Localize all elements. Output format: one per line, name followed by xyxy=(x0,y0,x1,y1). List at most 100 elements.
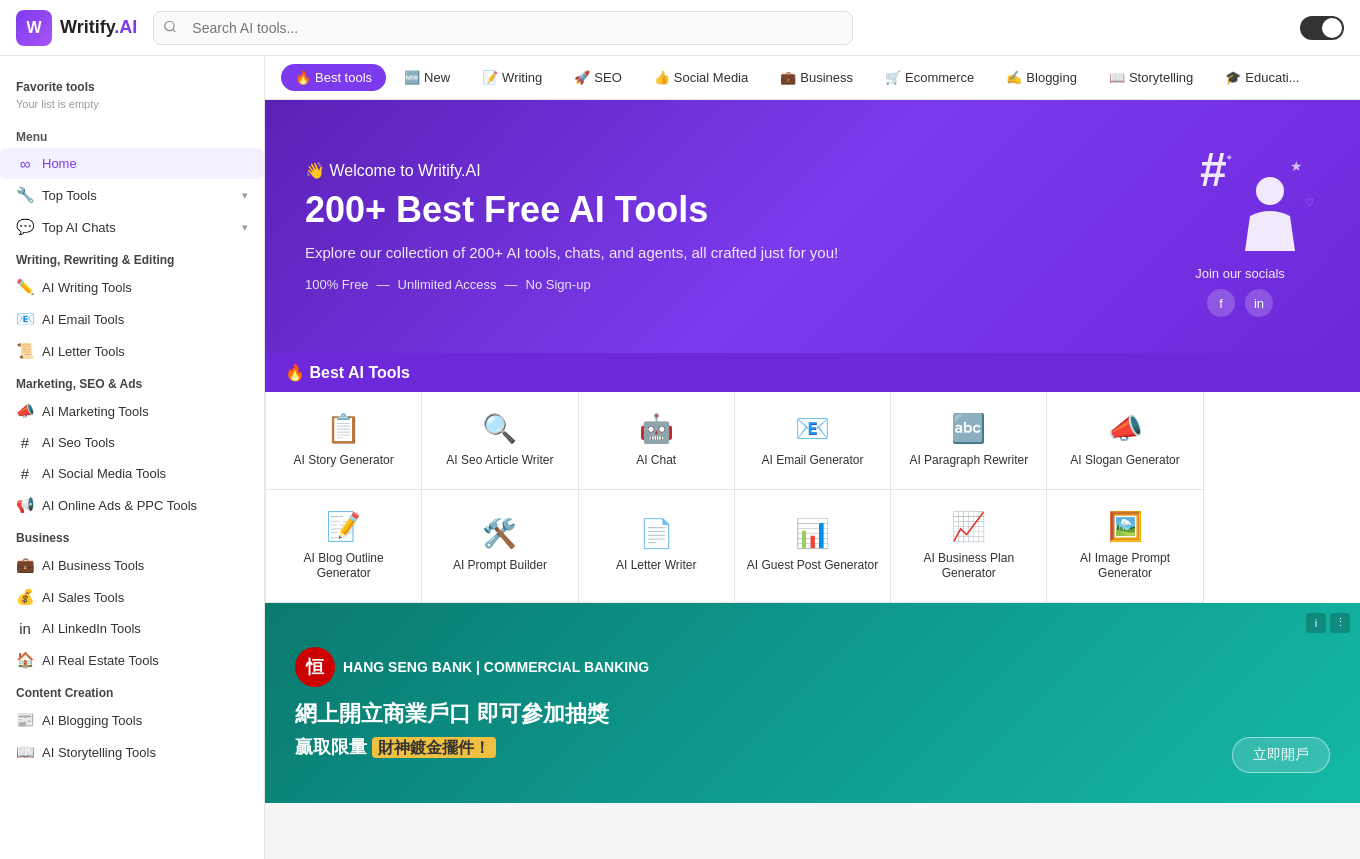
favorite-tools-empty: Your list is empty xyxy=(0,98,264,118)
guest-post-icon: 📊 xyxy=(795,517,830,550)
tool-card-ai-prompt-builder[interactable]: 🛠️ AI Prompt Builder xyxy=(422,490,578,603)
hero-right: # ★ ♡ ✦ Join our socials f in xyxy=(1160,136,1320,317)
ad-content: 恒 HANG SENG BANK | COMMERCIAL BANKING 網上… xyxy=(265,627,1360,779)
ad-bank-logo-circle: 恒 xyxy=(295,647,335,687)
sidebar-item-ai-sales-tools[interactable]: 💰 AI Sales Tools xyxy=(0,581,264,613)
writing-group-title: Writing, Rewriting & Editing xyxy=(0,243,264,271)
nav-tab-social-media[interactable]: 👍Social Media xyxy=(640,64,762,91)
ad-cta-button[interactable]: 立即開戶 xyxy=(1232,737,1330,773)
top-ai-chats-label: Top AI Chats xyxy=(42,220,234,235)
search-icon xyxy=(163,19,177,36)
ai-chat-icon: 🤖 xyxy=(639,412,674,445)
tool-card-ai-paragraph-rewriter[interactable]: 🔤 AI Paragraph Rewriter xyxy=(891,392,1047,490)
svg-text:#: # xyxy=(1200,143,1227,196)
ai-sales-tools-label: AI Sales Tools xyxy=(42,590,248,605)
tool-card-ai-letter-writer[interactable]: 📄 AI Letter Writer xyxy=(579,490,735,603)
real-estate-tools-icon: 🏠 xyxy=(16,651,34,669)
nav-tab-education[interactable]: 🎓Educati... xyxy=(1211,64,1313,91)
nav-tab-best-tools[interactable]: 🔥Best tools xyxy=(281,64,386,91)
business-plan-icon: 📈 xyxy=(951,510,986,543)
search-input[interactable] xyxy=(153,11,853,45)
sidebar-item-ai-letter-tools[interactable]: 📜 AI Letter Tools xyxy=(0,335,264,367)
nav-tab-writing[interactable]: 📝Writing xyxy=(468,64,556,91)
letter-writer-icon: 📄 xyxy=(639,517,674,550)
tool-card-ai-slogan-generator[interactable]: 📣 AI Slogan Generator xyxy=(1047,392,1203,490)
sidebar-item-ai-storytelling-tools[interactable]: 📖 AI Storytelling Tools xyxy=(0,736,264,768)
tools-section-header: 🔥 Best AI Tools xyxy=(265,353,1360,392)
tool-card-ai-business-plan-generator[interactable]: 📈 AI Business Plan Generator xyxy=(891,490,1047,603)
facebook-icon[interactable]: f xyxy=(1207,289,1235,317)
email-generator-icon: 📧 xyxy=(795,412,830,445)
email-tools-icon: 📧 xyxy=(16,310,34,328)
paragraph-rewriter-icon: 🔤 xyxy=(951,412,986,445)
ai-email-tools-label: AI Email Tools xyxy=(42,312,248,327)
sidebar-item-ai-online-ads-tools[interactable]: 📢 AI Online Ads & PPC Tools xyxy=(0,489,264,521)
blog-outline-icon: 📝 xyxy=(326,510,361,543)
tool-card-ai-guest-post-generator[interactable]: 📊 AI Guest Post Generator xyxy=(735,490,891,603)
tool-card-ai-seo-article-writer[interactable]: 🔍 AI Seo Article Writer xyxy=(422,392,578,490)
email-generator-label: AI Email Generator xyxy=(761,453,863,469)
sidebar: Favorite tools Your list is empty Menu ∞… xyxy=(0,56,265,859)
ai-letter-tools-label: AI Letter Tools xyxy=(42,344,248,359)
tools-section: 🔥 Best AI Tools 📋 AI Story Generator 🔍 A… xyxy=(265,353,1360,603)
top-tools-label: Top Tools xyxy=(42,188,234,203)
linkedin-icon[interactable]: in xyxy=(1245,289,1273,317)
top-tools-icon: 🔧 xyxy=(16,186,34,204)
seo-article-label: AI Seo Article Writer xyxy=(446,453,553,469)
sidebar-item-ai-real-estate-tools[interactable]: 🏠 AI Real Estate Tools xyxy=(0,644,264,676)
story-generator-label: AI Story Generator xyxy=(294,453,394,469)
hero-illustration: # ★ ♡ ✦ xyxy=(1160,136,1320,266)
nav-tab-seo[interactable]: 🚀SEO xyxy=(560,64,635,91)
theme-toggle[interactable] xyxy=(1300,16,1344,40)
prompt-builder-icon: 🛠️ xyxy=(482,517,517,550)
sidebar-item-ai-blogging-tools[interactable]: 📰 AI Blogging Tools xyxy=(0,704,264,736)
main-content: 🔥Best tools 🆕New 📝Writing 🚀SEO 👍Social M… xyxy=(265,56,1360,859)
nav-tab-business[interactable]: 💼Business xyxy=(766,64,867,91)
nav-tab-storytelling[interactable]: 📖Storytelling xyxy=(1095,64,1207,91)
nav-tab-blogging[interactable]: ✍️Blogging xyxy=(992,64,1091,91)
search-container xyxy=(153,11,853,45)
sidebar-item-ai-linkedin-tools[interactable]: in AI LinkedIn Tools xyxy=(0,613,264,644)
ai-online-ads-tools-label: AI Online Ads & PPC Tools xyxy=(42,498,248,513)
badge-free: 100% Free xyxy=(305,277,369,292)
letter-writer-label: AI Letter Writer xyxy=(616,558,696,574)
sidebar-item-top-ai-chats[interactable]: 💬 Top AI Chats ▾ xyxy=(0,211,264,243)
tool-card-ai-image-prompt-generator[interactable]: 🖼️ AI Image Prompt Generator xyxy=(1047,490,1203,603)
letter-tools-icon: 📜 xyxy=(16,342,34,360)
logo-text: Writify.AI xyxy=(60,17,137,38)
prompt-builder-label: AI Prompt Builder xyxy=(453,558,547,574)
nav-tabs: 🔥Best tools 🆕New 📝Writing 🚀SEO 👍Social M… xyxy=(265,56,1360,100)
badge-no-signup: No Sign-up xyxy=(526,277,591,292)
home-icon: ∞ xyxy=(16,155,34,172)
story-generator-icon: 📋 xyxy=(326,412,361,445)
sidebar-item-ai-business-tools[interactable]: 💼 AI Business Tools xyxy=(0,549,264,581)
chevron-down-icon-2: ▾ xyxy=(242,221,248,234)
sidebar-item-ai-social-media-tools[interactable]: # AI Social Media Tools xyxy=(0,458,264,489)
blog-outline-label: AI Blog Outline Generator xyxy=(276,551,411,582)
svg-text:✦: ✦ xyxy=(1225,152,1233,163)
tool-card-ai-blog-outline-generator[interactable]: 📝 AI Blog Outline Generator xyxy=(266,490,422,603)
nav-tab-ecommerce[interactable]: 🛒Ecommerce xyxy=(871,64,988,91)
image-prompt-icon: 🖼️ xyxy=(1108,510,1143,543)
sidebar-item-ai-email-tools[interactable]: 📧 AI Email Tools xyxy=(0,303,264,335)
logo[interactable]: W Writify.AI xyxy=(16,10,137,46)
marketing-group-title: Marketing, SEO & Ads xyxy=(0,367,264,395)
social-media-tools-icon: # xyxy=(16,465,34,482)
sidebar-item-home[interactable]: ∞ Home xyxy=(0,148,264,179)
sidebar-item-top-tools[interactable]: 🔧 Top Tools ▾ xyxy=(0,179,264,211)
ad-bank-name: HANG SENG BANK | COMMERCIAL BANKING xyxy=(343,659,649,675)
content-group-title: Content Creation xyxy=(0,676,264,704)
sidebar-item-ai-seo-tools[interactable]: # AI Seo Tools xyxy=(0,427,264,458)
sidebar-item-ai-marketing-tools[interactable]: 📣 AI Marketing Tools xyxy=(0,395,264,427)
linkedin-tools-icon: in xyxy=(16,620,34,637)
tool-card-ai-story-generator[interactable]: 📋 AI Story Generator xyxy=(266,392,422,490)
svg-text:♡: ♡ xyxy=(1305,197,1314,208)
top-ai-chats-icon: 💬 xyxy=(16,218,34,236)
ad-info-button[interactable]: i xyxy=(1306,613,1326,633)
nav-tab-new[interactable]: 🆕New xyxy=(390,64,464,91)
tool-card-ai-chat[interactable]: 🤖 AI Chat xyxy=(579,392,735,490)
ad-menu-button[interactable]: ⋮ xyxy=(1330,613,1350,633)
paragraph-rewriter-label: AI Paragraph Rewriter xyxy=(909,453,1028,469)
tool-card-ai-email-generator[interactable]: 📧 AI Email Generator xyxy=(735,392,891,490)
sidebar-item-ai-writing-tools[interactable]: ✏️ AI Writing Tools xyxy=(0,271,264,303)
